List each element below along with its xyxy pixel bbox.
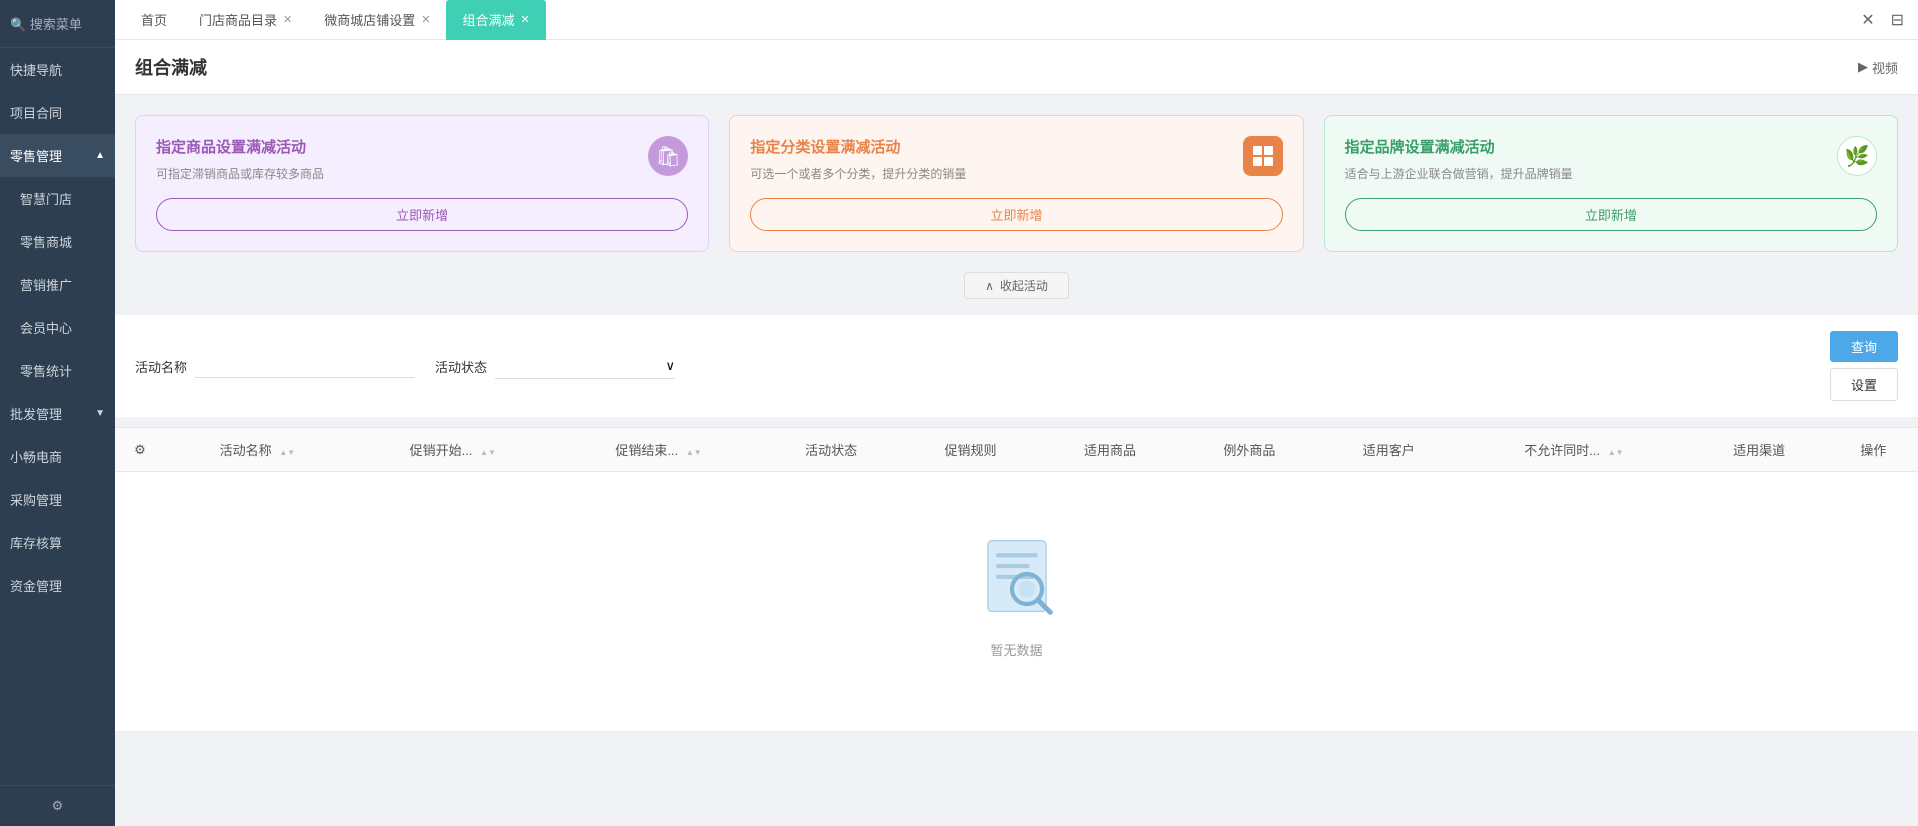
activity-status-select[interactable]: ∨ xyxy=(495,354,675,379)
tab-wechat-shop-settings[interactable]: 微商城店铺设置 ✕ xyxy=(308,0,446,40)
tab-home[interactable]: 首页 xyxy=(125,0,183,40)
sort-icon: ▲▼ xyxy=(480,448,496,457)
activity-name-label: 活动名称 xyxy=(135,357,187,376)
brand-card-title: 指定品牌设置满减活动 xyxy=(1345,136,1877,157)
sidebar-item-ecommerce[interactable]: 小畅电商 xyxy=(0,435,115,478)
page-content: 组合满减 ▶ 视频 🛍 指定商品设置满减活动 可指定滞销商品或库存较多商品 立即… xyxy=(115,40,1918,826)
play-circle-icon: ▶ xyxy=(1858,59,1868,75)
sidebar-item-retail-mall[interactable]: 零售商城 xyxy=(0,220,115,263)
filter-actions: 查询 设置 xyxy=(1830,331,1898,401)
table-col-gear[interactable]: ⚙ xyxy=(115,428,165,472)
sidebar-search[interactable]: 🔍 搜索菜单 xyxy=(0,0,115,48)
activity-name-filter: 活动名称 xyxy=(135,354,415,378)
search-icon: 🔍 xyxy=(10,17,26,32)
sidebar-item-purchase-mgmt[interactable]: 采购管理 xyxy=(0,478,115,521)
empty-state-icon xyxy=(967,524,1067,624)
query-button[interactable]: 查询 xyxy=(1830,331,1898,362)
empty-state: 暂无数据 xyxy=(125,484,1908,719)
sort-icon: ▲▼ xyxy=(686,448,702,457)
table-col-no-overlap[interactable]: 不允许同时... ▲▼ xyxy=(1458,428,1689,472)
main-area: 首页 门店商品目录 ✕ 微商城店铺设置 ✕ 组合满减 ✕ ✕ ⊟ 组合满减 ▶ … xyxy=(115,0,1918,826)
category-promo-card: 指定分类设置满减活动 可选一个或者多个分类，提升分类的销量 立即新增 xyxy=(729,115,1303,252)
tab-close-combo-discount[interactable]: ✕ xyxy=(521,13,530,26)
chevron-up-icon: ▲ xyxy=(95,150,105,161)
sidebar-item-quick-nav[interactable]: 快捷导航 xyxy=(0,48,115,91)
tabs-bar: 首页 门店商品目录 ✕ 微商城店铺设置 ✕ 组合满减 ✕ ✕ ⊟ xyxy=(115,0,1918,40)
tab-combo-discount[interactable]: 组合满减 ✕ xyxy=(446,0,545,40)
close-window-button[interactable]: ✕ xyxy=(1857,10,1878,30)
collapse-activity-button[interactable]: ∧ 收起活动 xyxy=(964,272,1069,299)
product-card-title: 指定商品设置满减活动 xyxy=(156,136,688,157)
activity-name-input[interactable] xyxy=(195,354,415,378)
brand-card-icon: 🌿 xyxy=(1837,136,1877,176)
brand-card-add-button[interactable]: 立即新增 xyxy=(1345,198,1877,231)
tab-store-products[interactable]: 门店商品目录 ✕ xyxy=(183,0,308,40)
table-col-operations: 操作 xyxy=(1829,428,1918,472)
activity-status-label: 活动状态 xyxy=(435,357,487,376)
sidebar-item-marketing[interactable]: 营销推广 xyxy=(0,263,115,306)
product-promo-card: 🛍 指定商品设置满减活动 可指定滞销商品或库存较多商品 立即新增 xyxy=(135,115,709,252)
product-card-desc: 可指定滞销商品或库存较多商品 xyxy=(156,165,688,184)
table-col-promo-start[interactable]: 促销开始... ▲▼ xyxy=(350,428,556,472)
gear-icon: ⚙ xyxy=(52,798,64,814)
sidebar-item-inventory[interactable]: 库存核算 xyxy=(0,521,115,564)
category-card-title: 指定分类设置满减活动 xyxy=(750,136,1282,157)
sidebar-item-retail-mgmt[interactable]: 零售管理 ▲ xyxy=(0,134,115,177)
brand-card-desc: 适合与上游企业联合做营销，提升品牌销量 xyxy=(1345,165,1877,184)
sidebar-item-smart-store[interactable]: 智慧门店 xyxy=(0,177,115,220)
table-col-applicable-products: 适用商品 xyxy=(1040,428,1179,472)
promo-cards-section: 🛍 指定商品设置满减活动 可指定滞销商品或库存较多商品 立即新增 指定分类设置满… xyxy=(115,95,1918,262)
tabs-right-actions: ✕ ⊟ xyxy=(1857,10,1908,30)
empty-state-row: 暂无数据 xyxy=(115,472,1918,732)
sidebar: 🔍 搜索菜单 快捷导航 项目合同 零售管理 ▲ 智慧门店 零售商城 营销推广 会… xyxy=(0,0,115,826)
chevron-down-icon: ▼ xyxy=(95,408,105,419)
page-header: 组合满减 ▶ 视频 xyxy=(115,40,1918,95)
sidebar-item-wholesale-mgmt[interactable]: 批发管理 ▼ xyxy=(0,392,115,435)
sidebar-item-retail-stats[interactable]: 零售统计 xyxy=(0,349,115,392)
table-header-row: ⚙ 活动名称 ▲▼ 促销开始... ▲▼ 促销结束... ▲▼ xyxy=(115,428,1918,472)
sort-icon: ▲▼ xyxy=(1608,448,1624,457)
tab-close-wechat-shop[interactable]: ✕ xyxy=(421,13,430,26)
activity-status-filter: 活动状态 ∨ xyxy=(435,354,675,379)
table-col-promo-end[interactable]: 促销结束... ▲▼ xyxy=(556,428,762,472)
collapse-bar: ∧ 收起活动 xyxy=(115,262,1918,315)
category-card-add-button[interactable]: 立即新增 xyxy=(750,198,1282,231)
empty-text: 暂无数据 xyxy=(990,640,1042,659)
chevron-up-icon: ∧ xyxy=(985,279,994,293)
table-col-applicable-customers: 适用客户 xyxy=(1319,428,1458,472)
category-card-desc: 可选一个或者多个分类，提升分类的销量 xyxy=(750,165,1282,184)
brand-promo-card: 🌿 指定品牌设置满减活动 适合与上游企业联合做营销，提升品牌销量 立即新增 xyxy=(1324,115,1898,252)
sidebar-item-project-contract[interactable]: 项目合同 xyxy=(0,91,115,134)
sidebar-item-member-center[interactable]: 会员中心 xyxy=(0,306,115,349)
video-link[interactable]: ▶ 视频 xyxy=(1858,58,1898,77)
filter-section: 活动名称 活动状态 ∨ 查询 设置 xyxy=(115,315,1918,417)
data-table: ⚙ 活动名称 ▲▼ 促销开始... ▲▼ 促销结束... ▲▼ xyxy=(115,427,1918,732)
table-col-activity-status: 活动状态 xyxy=(761,428,900,472)
chevron-down-icon: ∨ xyxy=(666,358,676,374)
page-title: 组合满减 xyxy=(135,54,207,80)
table-col-promo-rules: 促销规则 xyxy=(901,428,1040,472)
minimize-window-button[interactable]: ⊟ xyxy=(1887,10,1908,30)
table-col-activity-name[interactable]: 活动名称 ▲▼ xyxy=(165,428,350,472)
settings-action-button[interactable]: 设置 xyxy=(1830,368,1898,401)
category-card-icon xyxy=(1243,136,1283,176)
sort-icon: ▲▼ xyxy=(279,448,295,457)
table-col-applicable-channels: 适用渠道 xyxy=(1689,428,1828,472)
product-card-add-button[interactable]: 立即新增 xyxy=(156,198,688,231)
sidebar-item-finance-mgmt[interactable]: 资金管理 xyxy=(0,564,115,607)
table-section: ⚙ 活动名称 ▲▼ 促销开始... ▲▼ 促销结束... ▲▼ xyxy=(115,427,1918,732)
settings-button[interactable]: ⚙ xyxy=(0,785,115,826)
tab-close-store-products[interactable]: ✕ xyxy=(283,13,292,26)
table-col-exception-products: 例外商品 xyxy=(1180,428,1319,472)
